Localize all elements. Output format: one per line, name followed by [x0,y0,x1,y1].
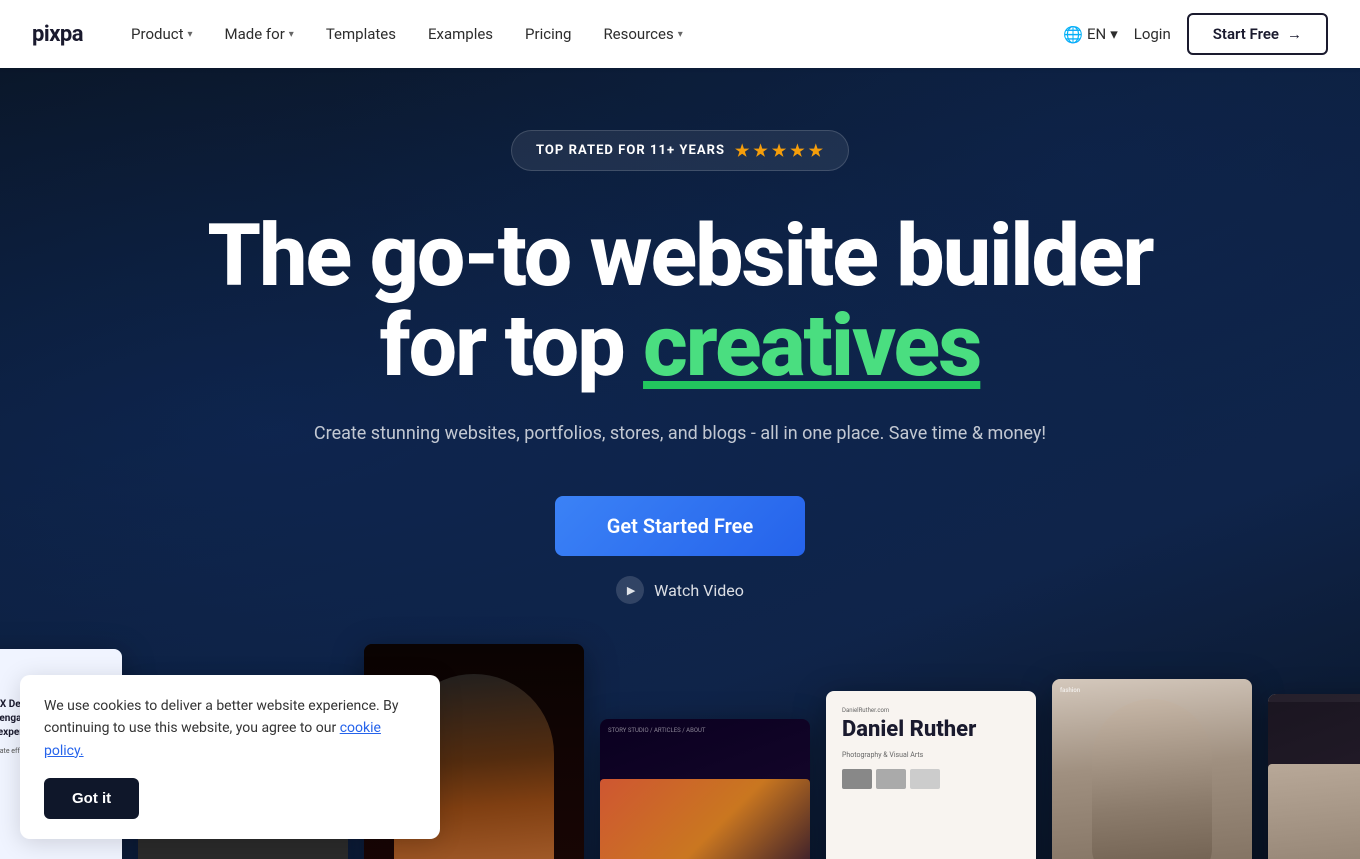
get-started-button[interactable]: Get Started Free [555,496,805,556]
chevron-down-icon: ▾ [188,29,193,40]
chevron-down-icon: ▾ [289,29,294,40]
navbar: pixpa Product ▾ Made for ▾ Templates Exa… [0,0,1360,68]
badge-text: TOP RATED FOR 11+ YEARS [536,143,725,158]
nav-item-examples[interactable]: Examples [416,17,505,51]
language-selector[interactable]: 🌐 EN ▾ [1063,25,1118,44]
start-free-button[interactable]: Start Free → [1187,13,1328,55]
preview-card-fashion-woman: fashion [1052,679,1252,859]
preview-card-adrine: Adrine Williams [1268,694,1360,859]
preview-card-daniel: DanielRuther.com Daniel Ruther Photograp… [826,691,1036,859]
hero-content: TOP RATED FOR 11+ YEARS ★ ★ ★ ★ ★ The go… [130,130,1230,664]
cookie-banner: We use cookies to deliver a better websi… [20,675,440,839]
nav-item-made-for[interactable]: Made for ▾ [213,17,306,51]
hero-subtitle: Create stunning websites, portfolios, st… [150,420,1210,449]
nav-item-product[interactable]: Product ▾ [119,17,204,51]
cookie-text: We use cookies to deliver a better websi… [44,695,416,762]
nav-left: pixpa Product ▾ Made for ▾ Templates Exa… [32,17,695,51]
cookie-accept-button[interactable]: Got it [44,778,139,819]
globe-icon: 🌐 [1063,25,1083,44]
rating-badge: TOP RATED FOR 11+ YEARS ★ ★ ★ ★ ★ [511,130,849,171]
arrow-icon: → [1287,25,1302,43]
nav-right: 🌐 EN ▾ Login Start Free → [1063,13,1328,55]
star-rating: ★ ★ ★ ★ ★ [735,141,824,160]
watch-video-link[interactable]: ▶ Watch Video [616,576,744,604]
play-icon: ▶ [616,576,644,604]
cta-section: Get Started Free ▶ Watch Video [150,496,1210,604]
star-5: ★ [809,141,824,160]
star-1: ★ [735,141,750,160]
chevron-down-icon: ▾ [1110,25,1118,43]
star-3: ★ [772,141,787,160]
logo[interactable]: pixpa [32,22,83,47]
preview-card-sports: STORY STUDIO / ARTICLES / ABOUT ARTICLES [600,719,810,859]
chevron-down-icon: ▾ [678,29,683,40]
nav-links: Product ▾ Made for ▾ Templates Examples … [119,17,695,51]
star-2: ★ [753,141,768,160]
nav-item-templates[interactable]: Templates [314,17,408,51]
nav-item-resources[interactable]: Resources ▾ [591,17,694,51]
hero-title: The go-to website builder for top creati… [150,211,1210,392]
login-link[interactable]: Login [1134,25,1171,43]
nav-item-pricing[interactable]: Pricing [513,17,583,51]
star-4: ★ [790,141,805,160]
